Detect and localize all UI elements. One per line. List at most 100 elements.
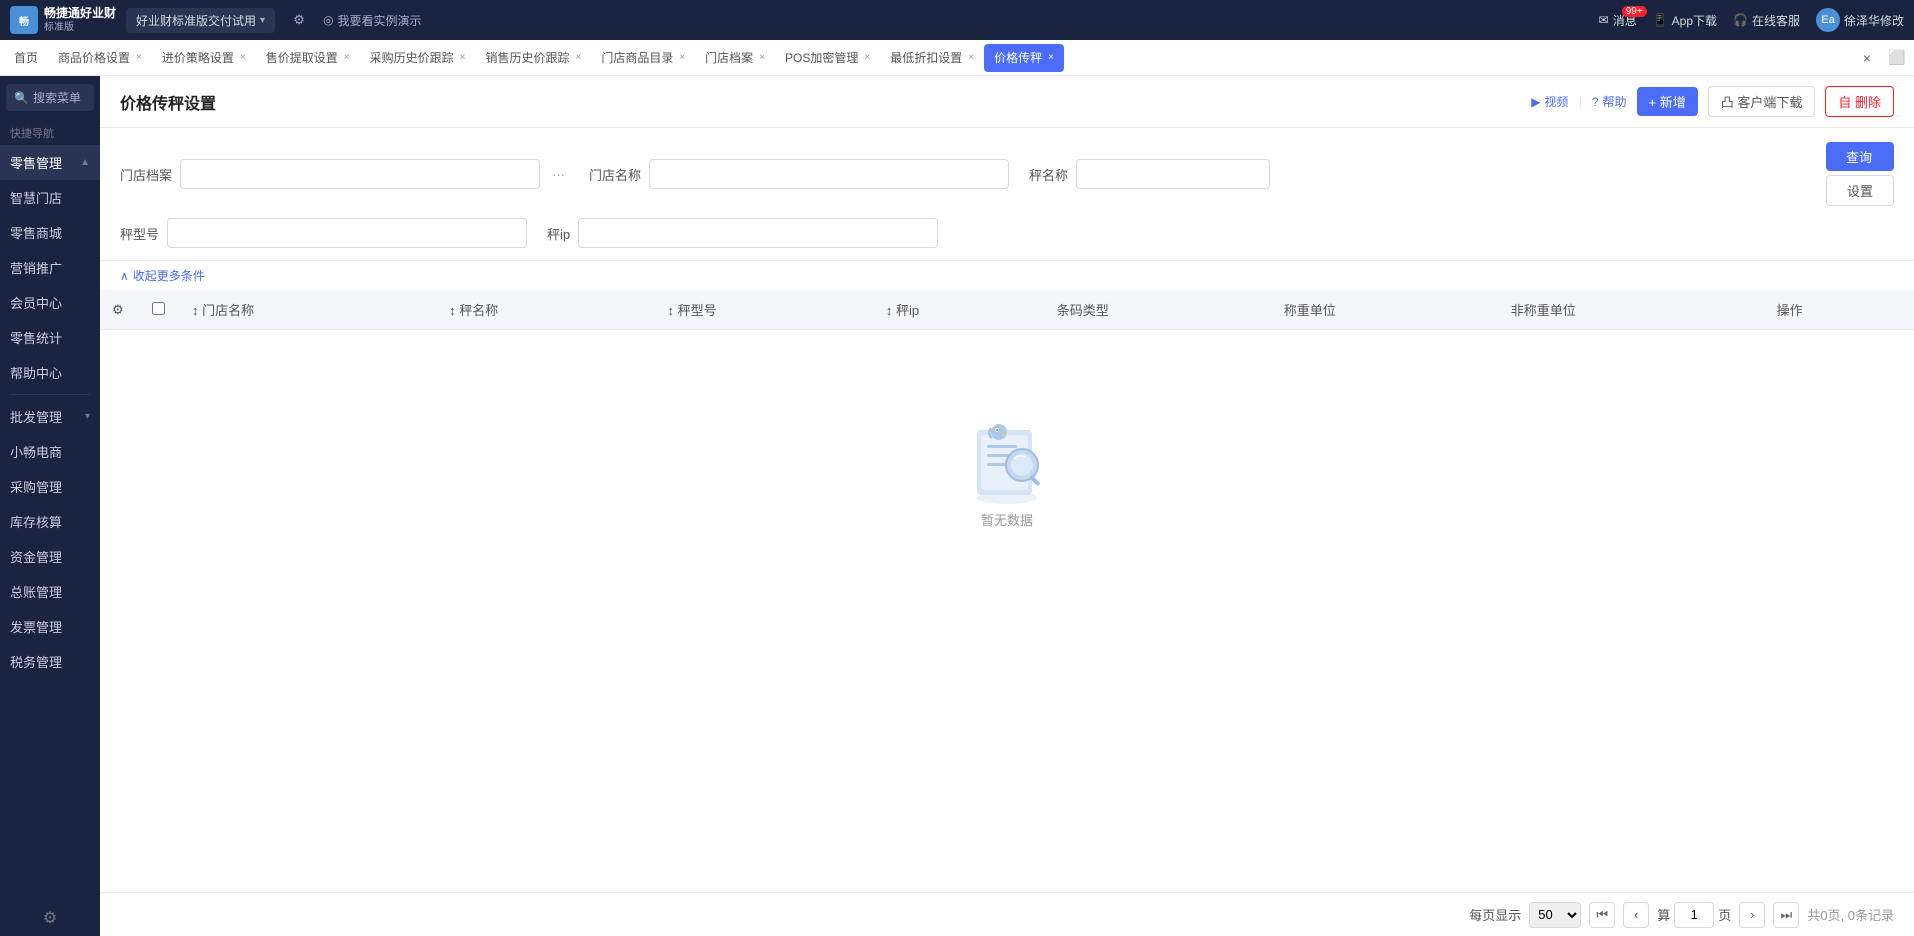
last-page-button[interactable]: ⏭ [1773,902,1799,928]
sidebar-item-inventory[interactable]: 库存核算 [0,504,100,539]
scale-name-input[interactable] [1076,159,1270,189]
scale-ip-label: 秤ip [547,224,570,243]
tab-sale-extract[interactable]: 售价提取设置× [256,44,360,72]
sidebar-item-wholesale[interactable]: 批发管理 ▾ [0,399,100,434]
user-profile-button[interactable]: Ea 徐泽华修改 [1816,8,1904,32]
store-file-label: 门店档案 [120,165,172,184]
tab-min-discount[interactable]: 最低折扣设置× [880,44,984,72]
tab-close-all-button[interactable]: × [1854,45,1880,71]
scale-model-input[interactable] [167,218,527,248]
sidebar-item-finance[interactable]: 资金管理 [0,539,100,574]
search-menu-button[interactable]: 🔍 搜索菜单 [6,84,94,111]
store-name-input[interactable] [649,159,1009,189]
sidebar-item-retail-mall[interactable]: 零售商城 [0,215,100,250]
filter-row-1: 门店档案 ··· 门店名称 秤名称 查询 设置 [120,142,1894,206]
export-button[interactable]: 凸 客户端下载 [1708,86,1816,117]
sidebar-item-help[interactable]: 帮助中心 [0,355,100,390]
select-all-checkbox[interactable] [152,302,165,315]
th-settings[interactable]: ⚙ [100,290,140,330]
chevron-down-icon: ▾ [260,15,265,26]
sidebar-item-smart-store[interactable]: 智慧门店 [0,180,100,215]
store-file-ellipsis[interactable]: ··· [548,167,569,182]
per-page-select[interactable]: 50 10 20 100 [1529,902,1581,928]
first-page-button[interactable]: ⏮ [1589,902,1615,928]
top-bar-right: ✉ 消息 99+ 📱 App下载 🎧 在线客服 Ea 徐泽华修改 [1599,8,1904,32]
page-header-actions: ▶ 视频 | ? 帮助 + 新增 凸 客户端下载 自 删除 [1531,86,1894,117]
filter-store-file: 门店档案 ··· [120,159,569,189]
online-service-button[interactable]: 🎧 在线客服 [1733,12,1800,29]
prev-page-button[interactable]: ‹ [1623,902,1649,928]
tab-close-icon[interactable]: × [864,52,870,63]
tab-pos-encrypt[interactable]: POS加密管理× [775,44,880,72]
th-store-name: ↕ 门店名称 [180,290,437,330]
th-operation: 操作 [1765,290,1914,330]
filter-row-2: 秤型号 秤ip [120,218,1894,248]
add-button[interactable]: + 新增 [1637,87,1698,116]
delete-button[interactable]: 自 删除 [1825,86,1894,117]
store-name-label: 门店名称 [589,165,641,184]
sidebar-item-retail-stats[interactable]: 零售统计 [0,320,100,355]
sidebar-item-retail-mgmt[interactable]: 零售管理 ▲ [0,145,100,180]
settings-button[interactable]: 设置 [1826,175,1894,206]
tab-close-icon[interactable]: × [344,52,350,63]
tab-close-icon[interactable]: × [759,52,765,63]
tab-purchase-history[interactable]: 采购历史价跟踪× [360,44,476,72]
page-input[interactable] [1674,902,1714,928]
sidebar-item-ledger[interactable]: 总账管理 [0,574,100,609]
tab-close-icon[interactable]: × [1048,52,1054,63]
content-area: 价格传秤设置 ▶ 视频 | ? 帮助 + 新增 凸 客户端下载 自 删除 [100,76,1914,936]
sidebar-quick-nav-label: 快捷导航 [0,119,100,145]
collapse-button[interactable]: ∧ 收起更多条件 [100,260,1914,290]
arrow-down-icon: ▾ [85,411,90,422]
top-bar: 畅 畅捷通好业财 标准版 好业财标准版交付试用 ▾ ⚙ ◎ 我要看实例演示 ✉ … [0,0,1914,40]
th-barcode-type: 条码类型 [1045,290,1272,330]
tab-close-icon[interactable]: × [460,52,466,63]
query-button[interactable]: 查询 [1826,142,1894,171]
version-settings-icon[interactable]: ⚙ [285,6,313,34]
help-link[interactable]: ? 帮助 [1592,93,1627,110]
tab-store-catalog[interactable]: 门店商品目录× [591,44,695,72]
app-download-button[interactable]: 📱 App下载 [1653,12,1717,29]
tab-close-icon[interactable]: × [136,52,142,63]
sidebar-item-member[interactable]: 会员中心 [0,285,100,320]
tab-sales-history[interactable]: 销售历史价跟踪× [475,44,591,72]
sidebar-item-xiaochang[interactable]: 小畅电商 [0,434,100,469]
per-page-label: 每页显示 [1469,905,1521,924]
sidebar-item-invoice[interactable]: 发票管理 [0,609,100,644]
filter-scale-ip: 秤ip [547,218,938,248]
sidebar-item-purchase[interactable]: 采购管理 [0,469,100,504]
pagination: 每页显示 50 10 20 100 ⏮ ‹ 算 页 › ⏭ 共0页, 0条记录 [100,892,1914,936]
tab-close-icon[interactable]: × [968,52,974,63]
video-link[interactable]: ▶ 视频 [1531,93,1568,110]
version-selector[interactable]: 好业财标准版交付试用 ▾ [126,8,275,33]
sidebar-search: 🔍 搜索菜单 [0,76,100,119]
tab-close-icon[interactable]: × [575,52,581,63]
tab-commodity-price[interactable]: 商品价格设置× [48,44,152,72]
scale-ip-input[interactable] [578,218,938,248]
tab-close-icon[interactable]: × [679,52,685,63]
tab-close-icon[interactable]: × [240,52,246,63]
th-scale-model: ↕ 秤型号 [656,290,874,330]
scale-name-label: 秤名称 [1029,165,1068,184]
sidebar-item-marketing[interactable]: 营销推广 [0,250,100,285]
page-info: 算 页 [1657,902,1731,928]
tab-store-file[interactable]: 门店档案× [695,44,775,72]
tab-maximize-button[interactable]: ⬜ [1884,45,1910,71]
store-file-input[interactable] [180,159,540,189]
sidebar-gear-icon[interactable]: ⚙ [43,908,57,928]
th-checkbox[interactable] [140,290,180,330]
tab-bar: 首页 商品价格设置× 进价策略设置× 售价提取设置× 采购历史价跟踪× 销售历史… [0,40,1914,76]
th-scale-name: ↕ 秤名称 [437,290,655,330]
tab-price-scale[interactable]: 价格传秤× [984,44,1064,72]
sidebar-item-tax[interactable]: 税务管理 [0,644,100,679]
next-page-button[interactable]: › [1739,902,1765,928]
demo-button[interactable]: ◎ 我要看实例演示 [323,12,422,29]
tab-purchase-strategy[interactable]: 进价策略设置× [152,44,256,72]
data-table: ⚙ ↕ 门店名称 ↕ 秤名称 ↕ 秤型号 ↕ 秤ip 条码类型 称重单位 非称重… [100,290,1914,330]
filter-scale-name: 秤名称 [1029,159,1270,189]
message-button[interactable]: ✉ 消息 99+ [1599,12,1637,29]
empty-text: 暂无数据 [981,510,1033,529]
table-container: ⚙ ↕ 门店名称 ↕ 秤名称 ↕ 秤型号 ↕ 秤ip 条码类型 称重单位 非称重… [100,290,1914,892]
filter-area: 门店档案 ··· 门店名称 秤名称 查询 设置 [100,128,1914,290]
tab-home[interactable]: 首页 [4,44,48,72]
